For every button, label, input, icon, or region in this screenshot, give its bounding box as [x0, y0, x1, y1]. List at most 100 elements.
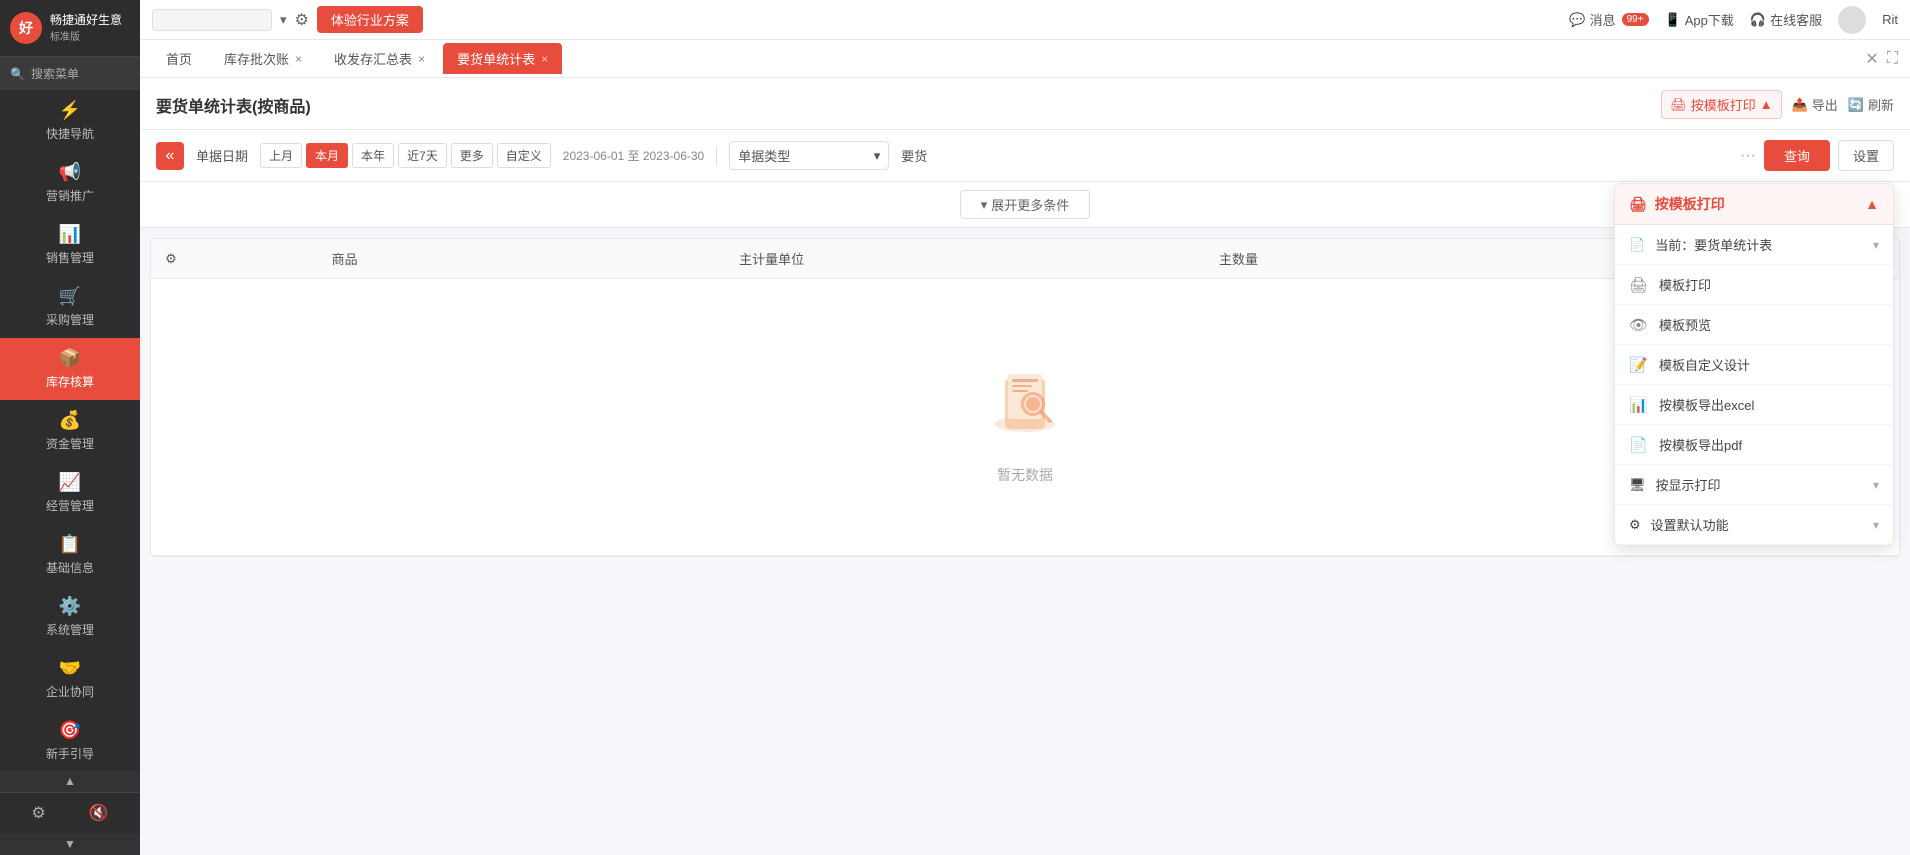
trial-btn[interactable]: 体验行业方案 — [317, 6, 423, 33]
settings-bottom-icon[interactable]: ⚙ — [31, 803, 45, 823]
page-actions: 🖨 按模板打印 ▲ 📤 导出 🔄 刷新 — [1661, 90, 1894, 119]
sidebar-item-shortcut[interactable]: ⚡ 快捷导航 — [0, 90, 140, 152]
close-tab-inventory-batch[interactable]: × — [295, 52, 302, 66]
dropdown-display-print[interactable]: 🖥 按显示打印 ▾ — [1615, 465, 1893, 505]
dropdown-close-btn[interactable]: ▲ — [1865, 196, 1879, 212]
logo-text: 畅捷通好生意 — [50, 13, 122, 29]
sidebar-item-label: 销售管理 — [46, 249, 94, 266]
dropdown-template-print-label: 模板打印 — [1659, 275, 1711, 294]
sidebar-item-purchase[interactable]: 🛒 采购管理 — [0, 276, 140, 338]
sidebar-scroll-down[interactable]: ▼ — [0, 833, 140, 855]
app-logo: 好 畅捷通好生意 标准版 — [0, 0, 140, 57]
app-download-label: App下载 — [1685, 10, 1734, 29]
close-window-btn[interactable]: ✕ — [1865, 49, 1878, 69]
header-dropdown-icon[interactable]: ▾ — [280, 12, 287, 28]
query-btn[interactable]: 查询 — [1764, 140, 1830, 171]
main-content: ▾ ⚙ 体验行业方案 💬 消息 99+ 📱 App下载 🎧 在线客服 Rit — [140, 0, 1910, 855]
dropdown-set-default[interactable]: ⚙ 设置默认功能 ▾ — [1615, 505, 1893, 545]
breadcrumb-input[interactable] — [152, 9, 272, 31]
app-download-btn[interactable]: 📱 App下载 — [1665, 10, 1734, 29]
export-label: 导出 — [1812, 95, 1838, 114]
sidebar-item-guide[interactable]: 🎯 新手引导 — [0, 710, 140, 770]
dropdown-export-pdf[interactable]: 📄 按模板导出pdf — [1615, 425, 1893, 465]
dropdown-display-print-label: 按显示打印 — [1656, 475, 1721, 494]
date-btn-last7days[interactable]: 近7天 — [398, 143, 447, 168]
refresh-btn[interactable]: 🔄 刷新 — [1848, 95, 1894, 114]
export-pdf-icon: 📄 — [1629, 436, 1649, 454]
dropdown-current-item[interactable]: 📄 当前：要货单统计表 ▾ — [1615, 225, 1893, 265]
filter-actions: ··· 查询 设置 — [1740, 140, 1894, 171]
date-btn-more[interactable]: 更多 — [451, 143, 493, 168]
date-btn-current-year[interactable]: 本年 — [352, 143, 394, 168]
messages-label: 消息 — [1590, 10, 1616, 29]
sidebar-item-inventory[interactable]: 📦 库存核算 — [0, 338, 140, 400]
tab-receipt-summary[interactable]: 收发存汇总表 × — [320, 43, 439, 74]
sidebar-item-label: 系统管理 — [46, 621, 94, 638]
order-type-select[interactable]: 单据类型 ▾ — [729, 141, 889, 170]
date-btn-custom[interactable]: 自定义 — [497, 143, 551, 168]
header-right: 💬 消息 99+ 📱 App下载 🎧 在线客服 Rit — [1569, 6, 1898, 34]
sidebar-item-sales[interactable]: 📊 销售管理 — [0, 214, 140, 276]
dropdown-template-print[interactable]: 🖨 模板打印 — [1615, 265, 1893, 305]
search-icon: 🔍 — [10, 67, 25, 81]
template-print-btn[interactable]: 🖨 按模板打印 ▲ — [1661, 90, 1781, 119]
more-options-icon[interactable]: ··· — [1740, 147, 1756, 165]
settings-icon[interactable]: ⚙ — [295, 10, 309, 30]
dropdown-header: 🖨 按模板打印 ▲ — [1615, 184, 1893, 225]
sidebar-item-cooperation[interactable]: 🤝 企业协同 — [0, 648, 140, 710]
export-btn[interactable]: 📤 导出 — [1792, 95, 1838, 114]
dropdown-menu: 🖨 按模板打印 ▲ 📄 当前：要货单统计表 ▾ 🖨 模板打印 👁 模板预览 — [1614, 183, 1894, 546]
dropdown-template-preview[interactable]: 👁 模板预览 — [1615, 305, 1893, 345]
tab-order-stats[interactable]: 要货单统计表 × — [443, 43, 562, 74]
dropdown-title: 按模板打印 — [1655, 194, 1725, 214]
logo-sub: 标准版 — [50, 28, 122, 43]
dropdown-template-design[interactable]: 📝 模板自定义设计 — [1615, 345, 1893, 385]
filter-row: « 单据日期 上月 本月 本年 近7天 更多 自定义 2023-06-01 至 … — [140, 130, 1910, 182]
sidebar-item-label: 快捷导航 — [46, 125, 94, 142]
template-print-icon: 🖨 — [1629, 276, 1649, 294]
dropdown-export-pdf-label: 按模板导出pdf — [1659, 435, 1742, 454]
dropdown-current-left: 📄 当前：要货单统计表 — [1629, 235, 1772, 254]
close-tab-order-stats[interactable]: × — [541, 52, 548, 66]
sidebar-item-basic[interactable]: 📋 基础信息 — [0, 524, 140, 586]
goods-label: 要货 — [901, 146, 927, 165]
message-icon: 💬 — [1569, 12, 1585, 28]
basic-icon: 📋 — [59, 534, 81, 555]
col-settings[interactable]: ⚙ — [151, 239, 191, 279]
phone-icon: 📱 — [1665, 12, 1681, 28]
sidebar-item-finance[interactable]: 💰 资金管理 — [0, 400, 140, 462]
tab-home[interactable]: 首页 — [152, 43, 206, 74]
marketing-icon: 📢 — [59, 162, 81, 183]
date-btns: 上月 本月 本年 近7天 更多 自定义 — [260, 143, 551, 168]
sidebar-item-marketing[interactable]: 📢 营销推广 — [0, 152, 140, 214]
sidebar-item-operations[interactable]: 📈 经营管理 — [0, 462, 140, 524]
sidebar-item-label: 经营管理 — [46, 497, 94, 514]
tab-inventory-batch[interactable]: 库存批次账 × — [210, 43, 316, 74]
display-print-left: 🖥 按显示打印 — [1629, 475, 1721, 494]
col-quantity: 主数量 — [1045, 239, 1432, 279]
maximize-window-btn[interactable]: ⛶ — [1887, 50, 1898, 68]
settings-btn[interactable]: 设置 — [1838, 140, 1894, 171]
system-icon: ⚙️ — [59, 596, 81, 617]
close-tab-receipt-summary[interactable]: × — [418, 52, 425, 66]
mute-icon[interactable]: 🔇 — [89, 803, 109, 823]
filter-expand-btn[interactable]: « — [156, 142, 184, 170]
sidebar-item-system[interactable]: ⚙️ 系统管理 — [0, 586, 140, 648]
online-service-btn[interactable]: 🎧 在线客服 — [1750, 10, 1822, 29]
expand-more-btn[interactable]: ▾ 展开更多条件 — [960, 190, 1091, 219]
search-menu-item[interactable]: 🔍 搜索菜单 — [0, 57, 140, 90]
sidebar-scroll-up[interactable]: ▲ — [0, 770, 140, 792]
dropdown-export-excel[interactable]: 📊 按模板导出excel — [1615, 385, 1893, 425]
cooperation-icon: 🤝 — [59, 658, 81, 679]
date-btn-prev-month[interactable]: 上月 — [260, 143, 302, 168]
date-btn-current-month[interactable]: 本月 — [306, 143, 348, 168]
current-arrow-icon: ▾ — [1873, 238, 1879, 252]
order-type-label: 单据类型 — [738, 146, 790, 165]
messages-btn[interactable]: 💬 消息 99+ — [1569, 10, 1648, 29]
expand-more-label: 展开更多条件 — [991, 195, 1069, 214]
tab-bar-end: ✕ ⛶ — [1865, 49, 1898, 69]
search-label: 搜索菜单 — [31, 65, 79, 82]
export-icon: 📤 — [1792, 97, 1808, 113]
avatar[interactable] — [1838, 6, 1866, 34]
sidebar: 好 畅捷通好生意 标准版 🔍 搜索菜单 ⚡ 快捷导航 📢 营销推广 📊 销售管理… — [0, 0, 140, 855]
